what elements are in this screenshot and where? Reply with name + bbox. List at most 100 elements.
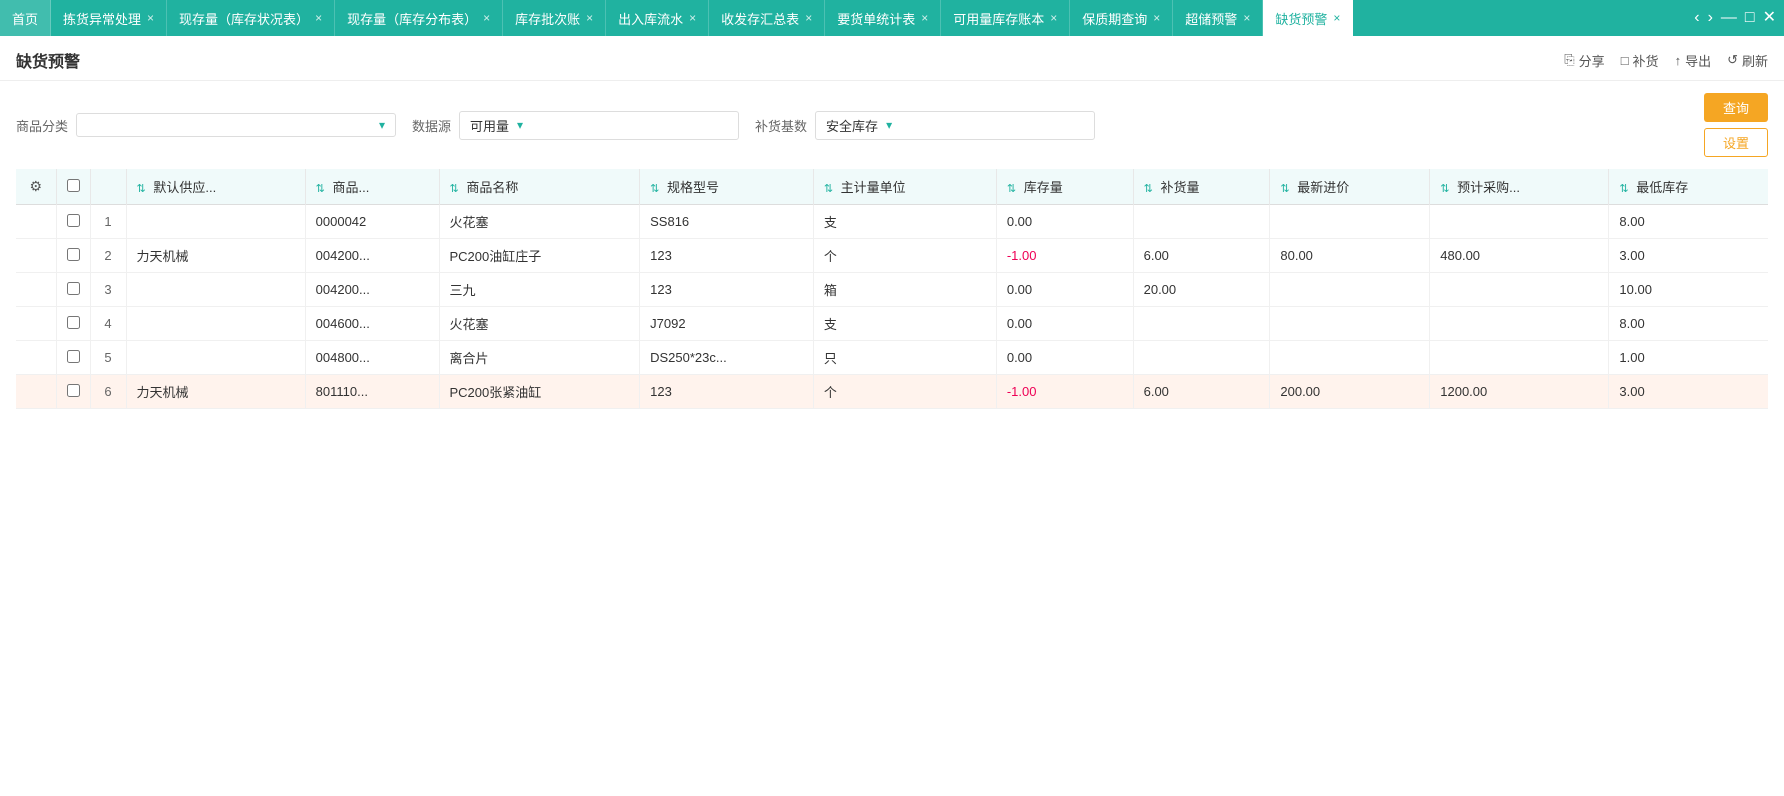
tab-close-available-ledger[interactable]: × (1050, 11, 1057, 25)
filter-group-category: 商品分类 ▾ (16, 113, 396, 137)
row-replenish (1133, 341, 1270, 375)
col-supplier[interactable]: ⇅ 默认供应... (126, 169, 305, 205)
tab-home[interactable]: 首页 (0, 0, 51, 36)
row-checkbox-2[interactable] (67, 248, 80, 261)
tab-inventory-dist[interactable]: 现存量（库存分布表） × (335, 0, 503, 36)
row-supplier: 力天机械 (126, 239, 305, 273)
tab-batch-account[interactable]: 库存批次账 × (503, 0, 606, 36)
tab-close-overstock[interactable]: × (1243, 11, 1250, 25)
col-gear: ⚙ (16, 169, 56, 205)
row-checkbox-cell (56, 205, 90, 239)
row-checkbox-cell (56, 341, 90, 375)
datasource-chevron-icon: ▾ (517, 118, 523, 132)
row-min-stock: 8.00 (1609, 205, 1768, 239)
tab-inventory-status[interactable]: 现存量（库存状况表） × (167, 0, 335, 36)
row-spec: J7092 (640, 307, 814, 341)
tab-available-ledger[interactable]: 可用量库存账本 × (941, 0, 1070, 36)
tab-close-order-stats[interactable]: × (921, 11, 928, 25)
col-est-purchase[interactable]: ⇅ 预计采购... (1430, 169, 1609, 205)
row-checkbox-3[interactable] (67, 282, 80, 295)
datasource-value: 可用量 (470, 116, 509, 135)
row-code: 004600... (305, 307, 439, 341)
col-replenish[interactable]: ⇅ 补货量 (1133, 169, 1270, 205)
window-maximize-btn[interactable]: □ (1741, 0, 1759, 36)
tab-close-inventory-status[interactable]: × (315, 11, 322, 25)
spec-sort-icon: ⇅ (650, 183, 659, 195)
row-spec: DS250*23c... (640, 341, 814, 375)
tab-receive-summary[interactable]: 收发存汇总表 × (709, 0, 825, 36)
tab-close-inventory-dist[interactable]: × (483, 11, 490, 25)
replenish-button[interactable]: □ 补货 (1621, 51, 1659, 70)
tab-scroll-right-btn[interactable]: › (1704, 0, 1717, 36)
row-seq: 6 (90, 375, 126, 409)
replenish-base-select[interactable]: 安全库存 ▾ (815, 111, 1095, 140)
col-unit[interactable]: ⇅ 主计量单位 (813, 169, 996, 205)
row-min-stock: 1.00 (1609, 341, 1768, 375)
row-checkbox-5[interactable] (67, 350, 80, 363)
row-seq: 5 (90, 341, 126, 375)
row-est-purchase: 1200.00 (1430, 375, 1609, 409)
col-stock[interactable]: ⇅ 库存量 (996, 169, 1133, 205)
row-checkbox-cell (56, 307, 90, 341)
refresh-button[interactable]: ↺ 刷新 (1727, 51, 1768, 70)
window-minimize-btn[interactable]: — (1717, 0, 1741, 36)
share-button[interactable]: ⎘ 分享 (1564, 51, 1604, 70)
tab-close-abnormal[interactable]: × (147, 11, 154, 25)
code-sort-icon: ⇅ (316, 183, 325, 195)
row-stock: 0.00 (996, 273, 1133, 307)
row-min-stock: 8.00 (1609, 307, 1768, 341)
datasource-select[interactable]: 可用量 ▾ (459, 111, 739, 140)
tab-overstock[interactable]: 超储预警 × (1173, 0, 1263, 36)
select-all-checkbox[interactable] (67, 179, 80, 192)
settings-button[interactable]: 设置 (1704, 128, 1768, 157)
category-select[interactable]: ▾ (76, 113, 396, 137)
row-name: PC200油缸庄子 (439, 239, 640, 273)
tab-close-shortage[interactable]: × (1333, 11, 1340, 25)
row-checkbox-4[interactable] (67, 316, 80, 329)
row-unit: 只 (813, 341, 996, 375)
row-name: 火花塞 (439, 307, 640, 341)
row-min-stock: 3.00 (1609, 239, 1768, 273)
tab-expiry-query[interactable]: 保质期查询 × (1070, 0, 1173, 36)
tab-shortage[interactable]: 缺货预警 × (1263, 0, 1353, 36)
tab-inout-flow[interactable]: 出入库流水 × (606, 0, 709, 36)
row-latest-price (1270, 273, 1430, 307)
row-checkbox-1[interactable] (67, 214, 80, 227)
col-code[interactable]: ⇅ 商品... (305, 169, 439, 205)
category-chevron-icon: ▾ (379, 118, 385, 132)
row-code: 004200... (305, 239, 439, 273)
table-row: 2 力天机械 004200... PC200油缸庄子 123 个 -1.00 6… (16, 239, 1768, 273)
row-stock: 0.00 (996, 341, 1133, 375)
row-latest-price: 80.00 (1270, 239, 1430, 273)
col-min-stock[interactable]: ⇅ 最低库存 (1609, 169, 1768, 205)
tab-scroll-left-btn[interactable]: ‹ (1690, 0, 1703, 36)
tab-abnormal[interactable]: 拣货异常处理 × (51, 0, 167, 36)
col-latest-price[interactable]: ⇅ 最新进价 (1270, 169, 1430, 205)
tab-order-stats[interactable]: 要货单统计表 × (825, 0, 941, 36)
page-title: 缺货预警 (16, 48, 80, 72)
window-close-btn[interactable]: ✕ (1759, 0, 1780, 36)
gear-settings-btn[interactable]: ⚙ (29, 178, 42, 195)
replenish-base-label: 补货基数 (755, 116, 807, 135)
export-button[interactable]: ↑ 导出 (1675, 51, 1712, 70)
replenish-icon: □ (1621, 53, 1629, 68)
col-name[interactable]: ⇅ 商品名称 (439, 169, 640, 205)
tab-close-batch-account[interactable]: × (586, 11, 593, 25)
filter-group-datasource: 数据源 可用量 ▾ (412, 111, 739, 140)
replenish-sort-icon: ⇅ (1144, 183, 1153, 195)
stock-sort-icon: ⇅ (1007, 183, 1016, 195)
table-row: 6 力天机械 801110... PC200张紧油缸 123 个 -1.00 6… (16, 375, 1768, 409)
est-purchase-sort-icon: ⇅ (1440, 183, 1449, 195)
col-spec[interactable]: ⇅ 规格型号 (640, 169, 814, 205)
row-min-stock: 10.00 (1609, 273, 1768, 307)
tab-close-expiry-query[interactable]: × (1153, 11, 1160, 25)
tab-close-receive-summary[interactable]: × (805, 11, 812, 25)
row-gear-cell (16, 239, 56, 273)
query-button[interactable]: 查询 (1704, 93, 1768, 122)
page-container: 缺货预警 ⎘ 分享 □ 补货 ↑ 导出 ↺ 刷新 商品分类 (0, 36, 1784, 796)
row-checkbox-6[interactable] (67, 384, 80, 397)
table-body: 1 0000042 火花塞 SS816 支 0.00 8.00 2 力天机械 0… (16, 205, 1768, 409)
export-icon: ↑ (1675, 53, 1682, 68)
tab-close-inout-flow[interactable]: × (689, 11, 696, 25)
row-est-purchase (1430, 205, 1609, 239)
